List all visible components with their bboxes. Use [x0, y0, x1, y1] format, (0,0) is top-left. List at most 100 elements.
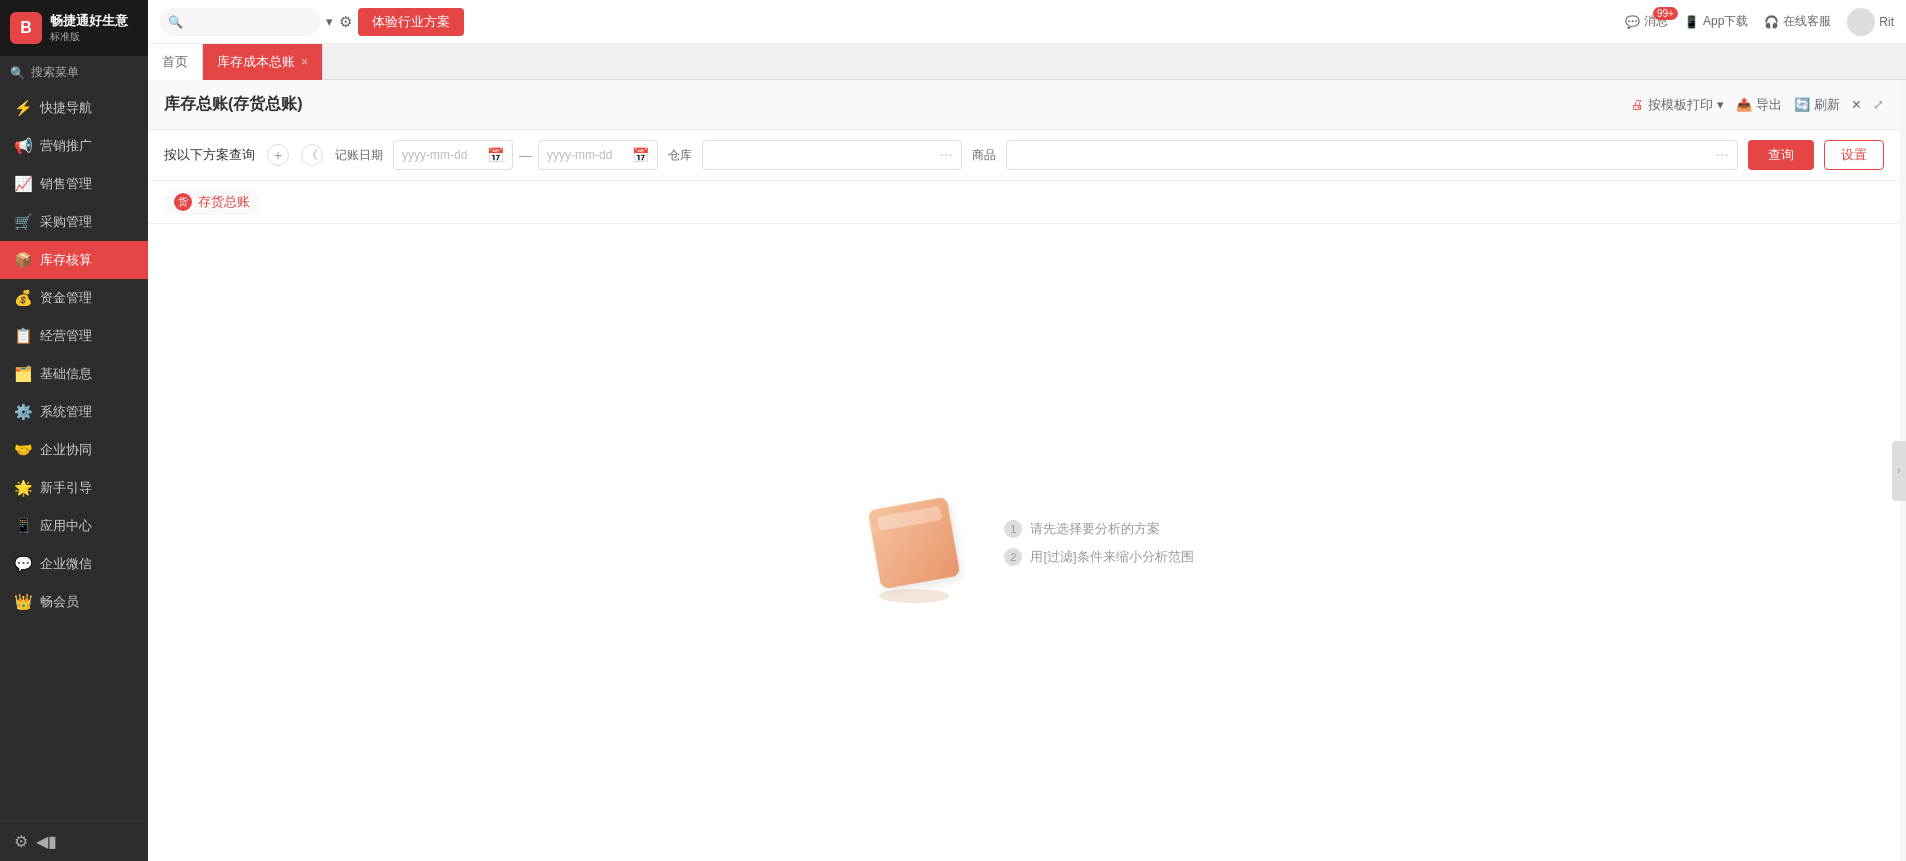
sidebar-item-guide[interactable]: 🌟新手引导: [0, 469, 148, 507]
print-btn[interactable]: 🖨 按模板打印 ▾: [1631, 96, 1724, 114]
online-service-btn[interactable]: 🎧 在线客服: [1764, 13, 1831, 30]
filter-bar: 按以下方案查询 + 《 记账日期 yyyy-mm-dd 📅 —: [148, 130, 1900, 181]
nav-icon-sales: 📈: [14, 175, 32, 193]
logo-main: 畅捷通好生意: [50, 13, 128, 30]
tab-close-icon[interactable]: ×: [301, 55, 308, 69]
main-content: 🔍 ▾ ⚙ 体验行业方案 💬 消息 99+ 📱 App下载 🎧 在线客服: [148, 0, 1906, 861]
schema-item-ledger[interactable]: 货 存货总账: [164, 189, 260, 215]
nav-label-system: 系统管理: [40, 403, 92, 421]
sidebar-item-marketing[interactable]: 📢 营销推广: [0, 127, 148, 165]
sidebar-item-purchase[interactable]: 🛒采购管理: [0, 203, 148, 241]
nav-label-marketing: 营销推广: [40, 137, 92, 155]
topbar-search-icon: 🔍: [168, 15, 183, 29]
message-btn[interactable]: 💬 消息 99+: [1625, 13, 1668, 30]
hint-item-2: 2用[过滤]条件来缩小分析范围: [1004, 548, 1193, 566]
resize-icon: ⤢: [1873, 97, 1884, 112]
refresh-icon: 🔄: [1794, 97, 1810, 112]
sidebar-item-finance[interactable]: 💰 资金管理: [0, 279, 148, 317]
inner-page: 库存总账(存货总账) 🖨 按模板打印 ▾ 📤 导出 🔄 刷新: [148, 80, 1900, 861]
nav-label-shortcut: 快捷导航: [40, 99, 92, 117]
topbar: 🔍 ▾ ⚙ 体验行业方案 💬 消息 99+ 📱 App下载 🎧 在线客服: [148, 0, 1906, 44]
sidebar-item-appcenter[interactable]: 📱 应用中心: [0, 507, 148, 545]
empty-hints: 1请先选择要分析的方案 2用[过滤]条件来缩小分析范围: [1004, 520, 1193, 566]
nav-label-purchase: 采购管理: [40, 213, 92, 231]
calendar-to-icon: 📅: [632, 147, 649, 163]
empty-box-graphic: [868, 496, 961, 589]
audio-footer-icon[interactable]: ◀▮: [36, 832, 57, 851]
logo-text: 畅捷通好生意 标准版: [50, 13, 128, 43]
topbar-left: 🔍 ▾ ⚙ 体验行业方案: [160, 8, 1617, 36]
schema-item-label: 存货总账: [198, 193, 250, 211]
filter-add-btn[interactable]: +: [267, 144, 289, 166]
filter-collapse-btn[interactable]: 《: [301, 144, 323, 166]
nav-icon-appcenter: 📱: [14, 517, 32, 535]
sidebar-item-system[interactable]: ⚙️系统管理: [0, 393, 148, 431]
date-to-input[interactable]: yyyy-mm-dd 📅: [538, 140, 658, 170]
sidebar-item-inventory[interactable]: 📦 库存核算: [0, 241, 148, 279]
sidebar-item-wechat[interactable]: 💬企业微信: [0, 545, 148, 583]
nav-icon-operations: 📋: [14, 327, 32, 345]
sidebar-item-sales[interactable]: 📈销售管理: [0, 165, 148, 203]
print-icon: 🖨: [1631, 97, 1644, 112]
warehouse-more-icon: ···: [940, 146, 953, 164]
hint-text-2: 用[过滤]条件来缩小分析范围: [1030, 548, 1193, 566]
warehouse-input[interactable]: ···: [702, 140, 962, 170]
hint-item-1: 1请先选择要分析的方案: [1004, 520, 1193, 538]
page-area: 库存总账(存货总账) 🖨 按模板打印 ▾ 📤 导出 🔄 刷新: [148, 80, 1906, 861]
empty-illustration: [854, 483, 974, 603]
nav-icon-enterprise: 🤝: [14, 441, 32, 459]
industry-btn[interactable]: 体验行业方案: [358, 8, 464, 36]
sidebar-item-member[interactable]: 👑畅会员: [0, 583, 148, 621]
sidebar-item-enterprise[interactable]: 🤝 企业协同: [0, 431, 148, 469]
schema-row: 货 存货总账: [148, 181, 1900, 224]
date-from-placeholder: yyyy-mm-dd: [402, 148, 467, 162]
message-icon: 💬: [1625, 15, 1640, 29]
export-btn[interactable]: 📤 导出: [1736, 96, 1782, 114]
app-download-btn[interactable]: 📱 App下载: [1684, 13, 1748, 30]
query-btn[interactable]: 查询: [1748, 140, 1814, 170]
nav-icon-shortcut: ⚡: [14, 99, 32, 117]
print-label: 按模板打印: [1648, 96, 1713, 114]
sidebar: B 畅捷通好生意 标准版 🔍 搜索菜单 ⚡快捷导航📢营销推广📈销售管理🛒采购管理…: [0, 0, 148, 861]
logo-sub: 标准版: [50, 30, 128, 43]
nav-icon-wechat: 💬: [14, 555, 32, 573]
tab-bar: 首页 库存成本总账 ×: [148, 44, 1906, 80]
right-panel-toggle[interactable]: ›: [1892, 441, 1906, 501]
topbar-search-box[interactable]: 🔍: [160, 8, 320, 36]
refresh-btn[interactable]: 🔄 刷新: [1794, 96, 1840, 114]
tab-inventory-ledger-label: 库存成本总账: [217, 53, 295, 71]
user-avatar: [1847, 8, 1875, 36]
sidebar-search[interactable]: 🔍 搜索菜单: [0, 56, 148, 89]
nav-icon-inventory: 📦: [14, 251, 32, 269]
empty-state: 1请先选择要分析的方案 2用[过滤]条件来缩小分析范围: [148, 224, 1900, 861]
service-icon: 🎧: [1764, 15, 1779, 29]
calendar-from-icon: 📅: [487, 147, 504, 163]
settings-btn[interactable]: 设置: [1824, 140, 1884, 170]
date-from-input[interactable]: yyyy-mm-dd 📅: [393, 140, 513, 170]
nav-icon-finance: 💰: [14, 289, 32, 307]
close-panel-btn[interactable]: ×: [1852, 96, 1861, 114]
nav-label-appcenter: 应用中心: [40, 517, 92, 535]
topbar-chevron-icon[interactable]: ▾: [326, 14, 333, 29]
tab-inventory-ledger[interactable]: 库存成本总账 ×: [203, 44, 323, 80]
topbar-gear-icon[interactable]: ⚙: [339, 13, 352, 31]
nav-label-finance: 资金管理: [40, 289, 92, 307]
product-label: 商品: [972, 147, 996, 164]
tab-home[interactable]: 首页: [148, 44, 203, 80]
nav-label-guide: 新手引导: [40, 479, 92, 497]
date-input-group: yyyy-mm-dd 📅 — yyyy-mm-dd 📅: [393, 140, 658, 170]
nav-label-enterprise: 企业协同: [40, 441, 92, 459]
sidebar-item-basic[interactable]: 🗂️基础信息: [0, 355, 148, 393]
nav-icon-basic: 🗂️: [14, 365, 32, 383]
settings-footer-icon[interactable]: ⚙: [14, 832, 28, 851]
sidebar-item-shortcut[interactable]: ⚡ 快捷导航: [0, 89, 148, 127]
product-input[interactable]: ···: [1006, 140, 1738, 170]
nav-icon-marketing: 📢: [14, 137, 32, 155]
sidebar-item-operations[interactable]: 📋经营管理: [0, 317, 148, 355]
nav-label-inventory: 库存核算: [40, 251, 92, 269]
filter-inputs: 记账日期 yyyy-mm-dd 📅 — yyyy-mm-dd 📅: [335, 140, 1884, 170]
page-header-actions: 🖨 按模板打印 ▾ 📤 导出 🔄 刷新 × ⤢: [1631, 96, 1884, 114]
search-icon: 🔍: [10, 66, 25, 80]
topbar-right: 💬 消息 99+ 📱 App下载 🎧 在线客服 Rit: [1625, 8, 1894, 36]
user-avatar-btn[interactable]: Rit: [1847, 8, 1894, 36]
